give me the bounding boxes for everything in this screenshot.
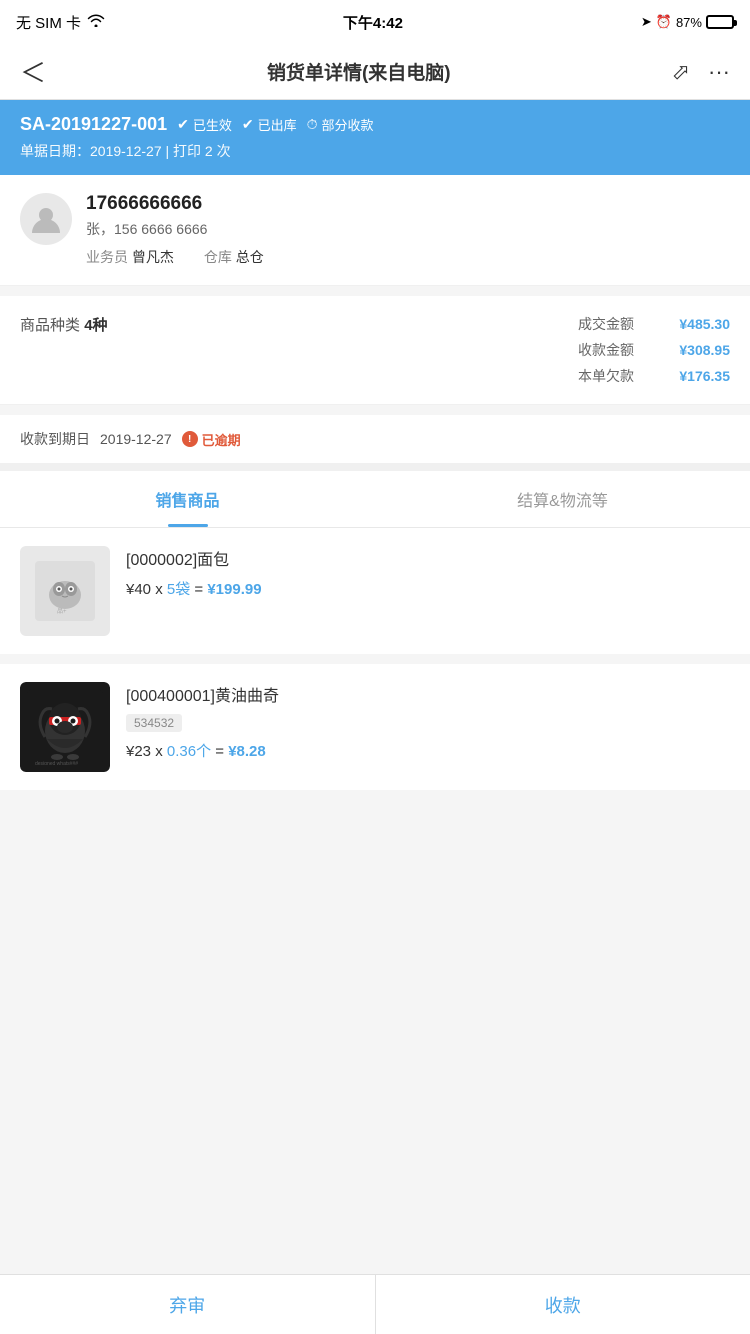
owed-amount-row: 本单欠款 ¥176.35 <box>578 366 730 386</box>
wifi-icon <box>87 13 105 31</box>
overdue-badge: ! 已逾期 <box>182 430 241 449</box>
clock-icon: ⏱ <box>307 116 318 133</box>
bottom-bar: 弃审 收款 <box>0 1274 750 1334</box>
warehouse: 仓库 总仓 <box>204 247 264 267</box>
due-date-section: 收款到期日 2019-12-27 ! 已逾期 <box>0 415 750 471</box>
product-type-summary: 商品种类 4种 <box>20 314 108 335</box>
svg-text:designed whats###: designed whats### <box>35 761 78 765</box>
battery-icon <box>706 15 734 29</box>
order-header-band: SA-20191227-001 ✔ 已生效 ✔ 已出库 ⏱ 部分收款 单据日期：… <box>0 100 750 175</box>
product-thumb-1: 品+ <box>20 546 110 636</box>
product-item-2: designed whats### [000400001]黄油曲奇 534532… <box>0 664 750 790</box>
nav-actions: ⬀ ··· <box>672 59 730 85</box>
status-badge-partial: ⏱ 部分收款 <box>307 115 374 134</box>
order-doc-date: 单据日期：2019-12-27 | 打印 2 次 <box>20 141 730 161</box>
customer-section: 17666666666 张，156 6666 6666 业务员 曾凡杰 仓库 总… <box>0 175 750 286</box>
product-list: 品+ [0000002]面包 ¥40 x 5袋 = ¥199.99 <box>0 528 750 790</box>
order-id: SA-20191227-001 <box>20 114 167 135</box>
overdue-icon: ! <box>182 431 198 447</box>
more-button[interactable]: ··· <box>708 59 730 85</box>
status-bar: 无 SIM 卡 下午4:42 ➤ ⏰ 87% <box>0 0 750 44</box>
share-button[interactable]: ⬀ <box>672 59 690 85</box>
due-date-value: 2019-12-27 <box>100 431 172 447</box>
location-icon: ➤ <box>641 14 652 30</box>
status-right: ➤ ⏰ 87% <box>641 14 734 30</box>
amount-summary: 成交金额 ¥485.30 收款金额 ¥308.95 本单欠款 ¥176.35 <box>578 314 730 386</box>
collect-payment-button[interactable]: 收款 <box>376 1275 750 1334</box>
sales-rep: 业务员 曾凡杰 <box>86 247 174 267</box>
product-name-1: [0000002]面包 <box>126 546 730 570</box>
tab-sales-products[interactable]: 销售商品 <box>0 471 375 527</box>
product-image-2: designed whats### <box>20 682 110 772</box>
received-amount-row: 收款金额 ¥308.95 <box>578 340 730 360</box>
back-button[interactable]: ＜ <box>20 53 46 90</box>
deal-amount-row: 成交金额 ¥485.30 <box>578 314 730 334</box>
customer-meta: 业务员 曾凡杰 仓库 总仓 <box>86 247 730 267</box>
cancel-review-button[interactable]: 弃审 <box>0 1275 376 1334</box>
tab-bar: 销售商品 结算&物流等 <box>0 471 750 528</box>
product-thumb-2: designed whats### <box>20 682 110 772</box>
check-icon-1: ✔ <box>177 116 189 133</box>
summary-section: 商品种类 4种 成交金额 ¥485.30 收款金额 ¥308.95 本单欠款 ¥… <box>0 296 750 405</box>
product-info-1: [0000002]面包 ¥40 x 5袋 = ¥199.99 <box>126 546 730 599</box>
product-price-1: ¥40 x 5袋 = ¥199.99 <box>126 578 730 599</box>
status-badge-active: ✔ 已生效 <box>177 115 232 134</box>
customer-name-phone: 张，156 6666 6666 <box>86 219 730 239</box>
svg-text:品+: 品+ <box>57 608 67 615</box>
customer-avatar <box>20 193 72 245</box>
customer-id: 17666666666 <box>86 193 730 215</box>
summary-grid: 商品种类 4种 成交金额 ¥485.30 收款金额 ¥308.95 本单欠款 ¥… <box>20 314 730 386</box>
status-badge-shipped: ✔ 已出库 <box>242 115 297 134</box>
carrier-label: 无 SIM 卡 <box>16 12 81 33</box>
nav-bar: ＜ 销货单详情(来自电脑) ⬀ ··· <box>0 44 750 100</box>
alarm-icon: ⏰ <box>656 14 672 30</box>
check-icon-2: ✔ <box>242 116 254 133</box>
product-info-2: [000400001]黄油曲奇 534532 ¥23 x 0.36个 = ¥8.… <box>126 682 730 761</box>
product-sku-2: 534532 <box>126 714 730 740</box>
order-header-top: SA-20191227-001 ✔ 已生效 ✔ 已出库 ⏱ 部分收款 <box>20 114 730 135</box>
tab-settlement-logistics[interactable]: 结算&物流等 <box>375 471 750 527</box>
customer-info: 17666666666 张，156 6666 6666 业务员 曾凡杰 仓库 总… <box>86 193 730 267</box>
product-item-1: 品+ [0000002]面包 ¥40 x 5袋 = ¥199.99 <box>0 528 750 654</box>
product-name-2: [000400001]黄油曲奇 <box>126 682 730 706</box>
due-date-label: 收款到期日 <box>20 429 90 449</box>
product-price-2: ¥23 x 0.36个 = ¥8.28 <box>126 740 730 761</box>
battery-label: 87% <box>676 15 702 30</box>
overdue-text: 已逾期 <box>202 430 241 449</box>
status-left: 无 SIM 卡 <box>16 12 105 33</box>
page-title: 销货单详情(来自电脑) <box>267 58 451 85</box>
status-time: 下午4:42 <box>343 12 403 33</box>
